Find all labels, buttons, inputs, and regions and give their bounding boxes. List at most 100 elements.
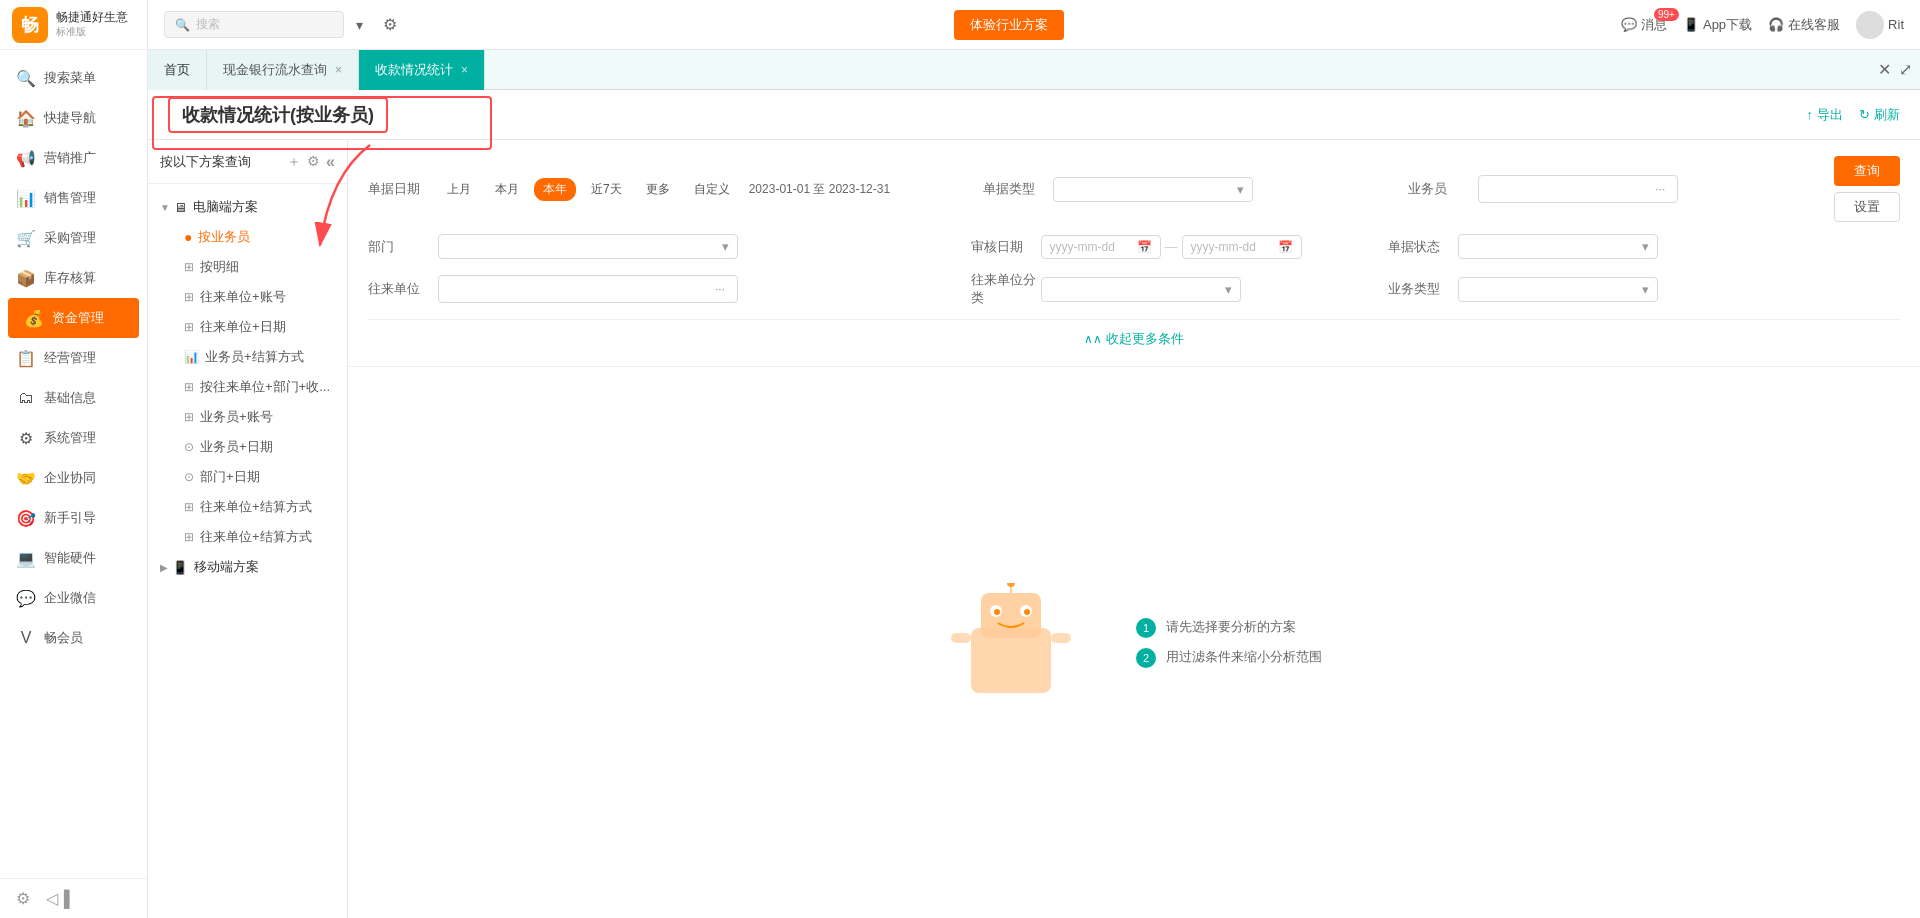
topbar: 🔍 搜索 ▾ ⚙ 体验行业方案 💬 消息 99+ 📱 App下载 🎧 在线客服 … bbox=[148, 0, 1920, 50]
sidebar-item-label: 系统管理 bbox=[44, 429, 96, 447]
doc-status-select[interactable]: ▾ bbox=[1458, 234, 1658, 259]
tree-item-dept-date[interactable]: ⊙ 部门+日期 bbox=[156, 462, 347, 492]
tree-item-salesperson-account[interactable]: ⊞ 业务员+账号 bbox=[156, 402, 347, 432]
review-date-start-input[interactable]: yyyy-mm-dd 📅 bbox=[1041, 235, 1161, 259]
business-type-select[interactable]: ▾ bbox=[1458, 277, 1658, 302]
review-date-label: 审核日期 bbox=[971, 238, 1041, 256]
online-service-button[interactable]: 🎧 在线客服 bbox=[1768, 16, 1840, 34]
tab-bank-flow[interactable]: 现金银行流水查询 × bbox=[207, 50, 359, 90]
tree-item-salesperson-date[interactable]: ⊙ 业务员+日期 bbox=[156, 432, 347, 462]
tree-item-partner-date[interactable]: ⊞ 往来单位+日期 bbox=[156, 312, 347, 342]
sidebar-item-guide[interactable]: 🎯 新手引导 bbox=[0, 498, 147, 538]
panel-collapse-icon[interactable]: « bbox=[326, 153, 335, 171]
tab-collection[interactable]: 收款情况统计 × bbox=[359, 50, 485, 90]
sidebar-item-label: 资金管理 bbox=[52, 309, 104, 327]
sidebar-bottom: ⚙ ◁▐ bbox=[0, 878, 147, 918]
tree-item-by-detail[interactable]: ⊞ 按明细 bbox=[156, 252, 347, 282]
review-date-inputs: yyyy-mm-dd 📅 — yyyy-mm-dd 📅 bbox=[1041, 235, 1302, 259]
tree-item-partner-settle1[interactable]: ⊞ 往来单位+结算方式 bbox=[156, 492, 347, 522]
refresh-button[interactable]: ↻ 刷新 bbox=[1859, 106, 1900, 124]
tree-item-label: 按明细 bbox=[200, 258, 239, 276]
panel-settings-icon[interactable]: ⚙ bbox=[307, 153, 320, 171]
sidebar-item-search[interactable]: 🔍 搜索菜单 bbox=[0, 58, 147, 98]
review-date-end-input[interactable]: yyyy-mm-dd 📅 bbox=[1182, 235, 1302, 259]
user-avatar-area[interactable]: Rit bbox=[1856, 11, 1904, 39]
sidebar-logo: 畅 畅捷通好生意 标准版 bbox=[0, 0, 147, 50]
tree-item-by-salesperson[interactable]: ● 按业务员 bbox=[156, 222, 347, 252]
add-scheme-icon[interactable]: ＋ bbox=[287, 153, 301, 171]
review-date-field: 审核日期 yyyy-mm-dd 📅 — yyyy-mm-dd 📅 bbox=[971, 235, 1373, 259]
tab-collection-close-icon[interactable]: × bbox=[461, 63, 468, 77]
salesperson-select[interactable]: ··· bbox=[1478, 175, 1678, 203]
settings-bottom-icon[interactable]: ⚙ bbox=[16, 889, 30, 908]
app-download-button[interactable]: 📱 App下载 bbox=[1683, 16, 1752, 34]
sidebar-item-vip[interactable]: V 畅会员 bbox=[0, 618, 147, 658]
settings-button[interactable]: 设置 bbox=[1834, 192, 1900, 222]
tab-home[interactable]: 首页 bbox=[148, 50, 207, 90]
query-button[interactable]: 查询 bbox=[1834, 156, 1900, 186]
tree-section-label: 电脑端方案 bbox=[193, 198, 258, 216]
tree-item-partner-settle2[interactable]: ⊞ 往来单位+结算方式 bbox=[156, 522, 347, 552]
partner-category-arrow-icon: ▾ bbox=[1225, 282, 1232, 297]
desktop-items: ● 按业务员 ⊞ 按明细 ⊞ 往来单位+账号 bbox=[148, 222, 347, 552]
sidebar-item-system[interactable]: ⚙ 系统管理 bbox=[0, 418, 147, 458]
business-type-label: 业务类型 bbox=[1388, 280, 1458, 298]
tree-item-partner-dept-collect[interactable]: ⊞ 按往来单位+部门+收... bbox=[156, 372, 347, 402]
sidebar-item-label: 搜索菜单 bbox=[44, 69, 96, 87]
date-tab-more[interactable]: 更多 bbox=[637, 178, 679, 201]
robot-illustration bbox=[946, 583, 1076, 703]
sidebar-item-hardware[interactable]: 💻 智能硬件 bbox=[0, 538, 147, 578]
tip-text-1: 请先选择要分析的方案 bbox=[1166, 618, 1296, 636]
svg-rect-7 bbox=[1051, 633, 1071, 643]
tip-num-2: 2 bbox=[1136, 648, 1156, 668]
dept-field: 部门 ▾ bbox=[368, 234, 971, 259]
date-tab-last-month[interactable]: 上月 bbox=[438, 178, 480, 201]
close-window-icon[interactable]: ✕ bbox=[1878, 60, 1891, 79]
doc-status-field: 单据状态 ▾ bbox=[1388, 234, 1790, 259]
doc-status-arrow-icon: ▾ bbox=[1642, 239, 1649, 254]
partner-category-select[interactable]: ▾ bbox=[1041, 277, 1241, 302]
sidebar-item-quick-nav[interactable]: 🏠 快捷导航 bbox=[0, 98, 147, 138]
sidebar-item-label: 畅会员 bbox=[44, 629, 83, 647]
tree-item-label: 往来单位+日期 bbox=[200, 318, 286, 336]
search-box[interactable]: 🔍 搜索 bbox=[164, 11, 344, 38]
partner-select[interactable]: ··· bbox=[438, 275, 738, 303]
partner-more-icon[interactable]: ··· bbox=[711, 280, 729, 298]
sidebar-item-basic[interactable]: 🗂 基础信息 bbox=[0, 378, 147, 418]
trial-button[interactable]: 体验行业方案 bbox=[954, 10, 1064, 40]
tree-item-partner-account[interactable]: ⊞ 往来单位+账号 bbox=[156, 282, 347, 312]
date-tab-7days[interactable]: 近7天 bbox=[582, 178, 631, 201]
mobile-section-icon: 📱 bbox=[172, 560, 188, 575]
doc-type-select[interactable]: ▾ bbox=[1053, 177, 1253, 202]
tree-section-mobile: ▶ 📱 移动端方案 bbox=[148, 552, 347, 582]
tab-bank-flow-close-icon[interactable]: × bbox=[335, 63, 342, 77]
more-options-icon[interactable]: ··· bbox=[1651, 180, 1669, 198]
tree-item-salesperson-settle[interactable]: 📊 业务员+结算方式 bbox=[156, 342, 347, 372]
messages-button[interactable]: 💬 消息 99+ bbox=[1621, 16, 1667, 34]
page-title: 收款情况统计(按业务员) bbox=[168, 97, 388, 133]
dropdown-arrow-icon[interactable]: ▾ bbox=[356, 17, 363, 33]
export-button[interactable]: ↑ 导出 bbox=[1807, 106, 1844, 124]
guide-icon: 🎯 bbox=[16, 508, 36, 528]
sidebar-item-business[interactable]: 📋 经营管理 bbox=[0, 338, 147, 378]
collapse-sidebar-icon[interactable]: ◁▐ bbox=[46, 889, 69, 908]
topbar-settings-icon[interactable]: ⚙ bbox=[383, 15, 397, 34]
sidebar-item-sales[interactable]: 📊 销售管理 bbox=[0, 178, 147, 218]
sidebar-item-warehouse[interactable]: 📦 库存核算 bbox=[0, 258, 147, 298]
sidebar-item-purchase[interactable]: 🛒 采购管理 bbox=[0, 218, 147, 258]
tree-section-mobile-header[interactable]: ▶ 📱 移动端方案 bbox=[148, 552, 347, 582]
sidebar-item-wechat[interactable]: 💬 企业微信 bbox=[0, 578, 147, 618]
date-tab-this-month[interactable]: 本月 bbox=[486, 178, 528, 201]
tree-section-desktop-header[interactable]: ▼ 🖥 电脑端方案 bbox=[148, 192, 347, 222]
calendar-end-icon: 📅 bbox=[1278, 240, 1293, 254]
maximize-icon[interactable]: ⤢ bbox=[1899, 60, 1912, 79]
date-tab-custom[interactable]: 自定义 bbox=[685, 178, 739, 201]
sidebar-item-marketing[interactable]: 📢 营销推广 bbox=[0, 138, 147, 178]
sidebar-item-finance[interactable]: 💰 资金管理 bbox=[8, 298, 139, 338]
collapse-more-button[interactable]: ∧∧ 收起更多条件 bbox=[368, 319, 1900, 358]
sidebar-item-corp[interactable]: 🤝 企业协同 bbox=[0, 458, 147, 498]
tab-collection-label: 收款情况统计 bbox=[375, 61, 453, 79]
date-tab-this-year[interactable]: 本年 bbox=[534, 178, 576, 201]
svg-point-5 bbox=[1024, 609, 1030, 615]
dept-select[interactable]: ▾ bbox=[438, 234, 738, 259]
